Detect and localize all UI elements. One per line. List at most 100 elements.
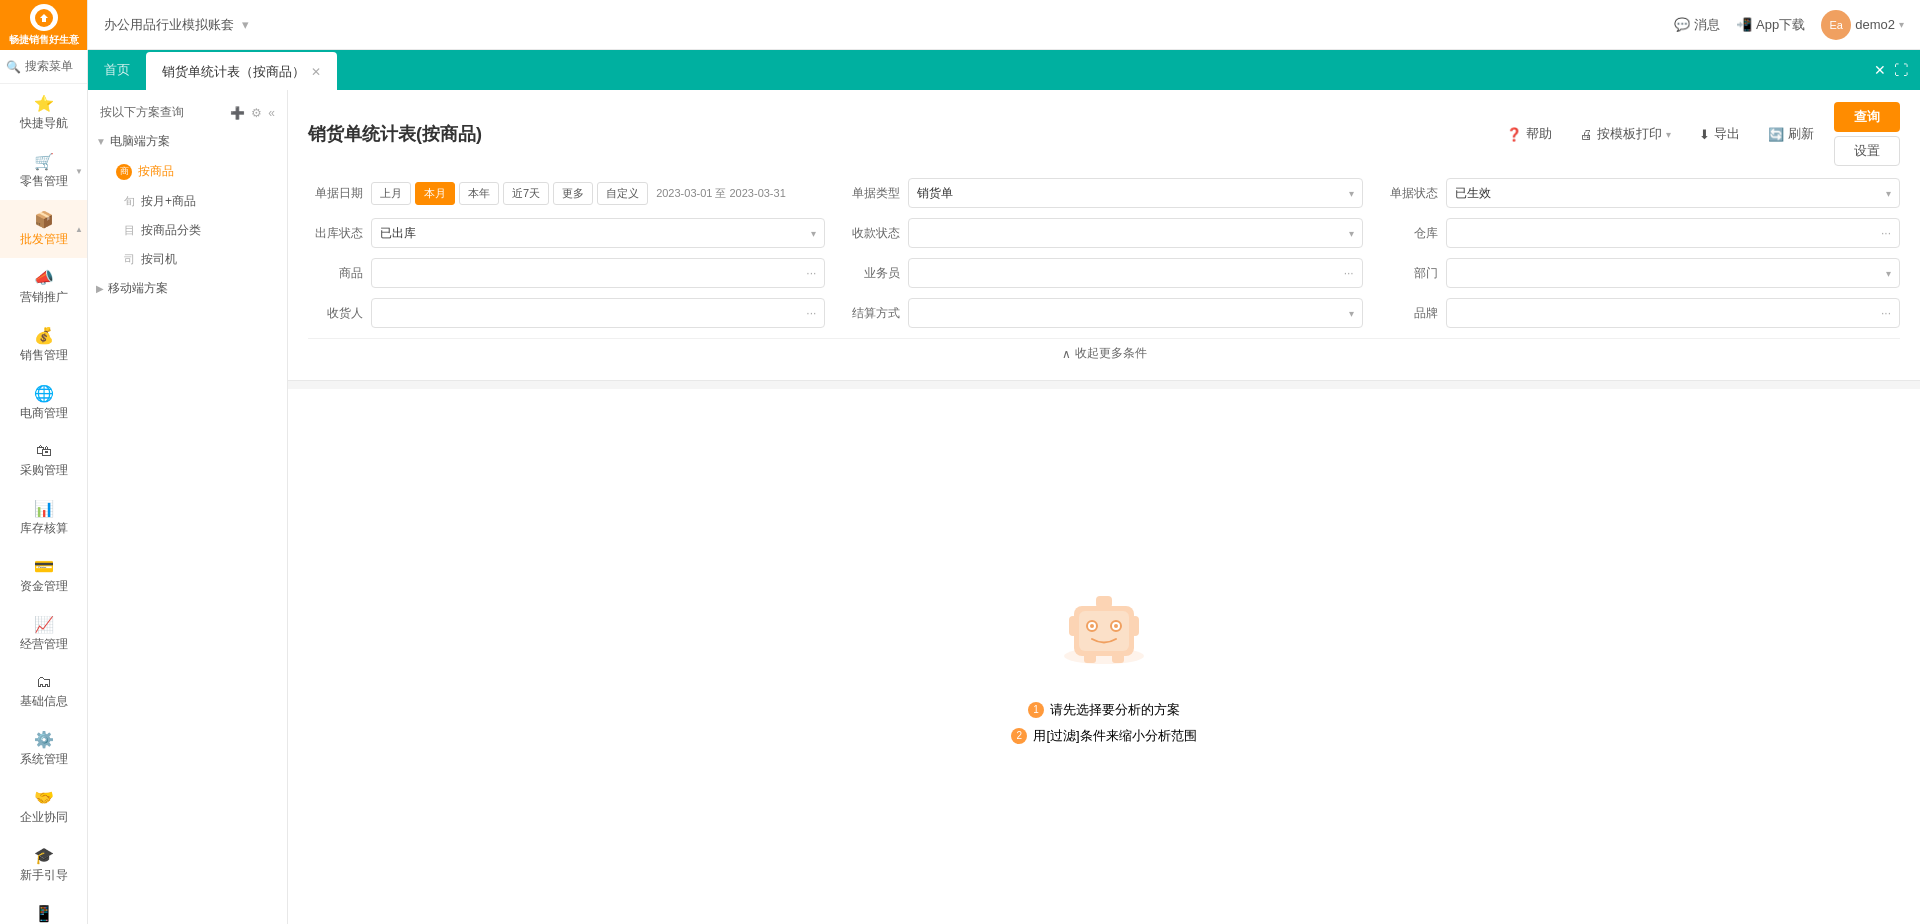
receiver-control[interactable]: ··· <box>371 298 825 328</box>
add-scheme-icon[interactable]: ➕ <box>230 106 245 120</box>
sales-icon: 💰 <box>34 326 54 345</box>
template-print-btn[interactable]: 🖨 按模板打印 ▾ <box>1572 121 1679 147</box>
search-icon: 🔍 <box>6 60 21 74</box>
out-control[interactable]: 已出库 ▾ <box>371 218 825 248</box>
receipt-label: 收款状态 <box>845 225 900 242</box>
type-control[interactable]: 销货单 ▾ <box>908 178 1362 208</box>
tab-home[interactable]: 首页 <box>88 50 146 90</box>
scheme-item-by-goods[interactable]: 商 按商品 <box>88 156 287 187</box>
settings-scheme-icon[interactable]: ⚙ <box>251 106 262 120</box>
scheme-item-icon: 商 <box>116 164 132 180</box>
content-area: 按以下方案查询 ➕ ⚙ « ▼ 电脑端方案 商 按商品 <box>88 90 1920 924</box>
period-custom[interactable]: 自定义 <box>597 182 648 205</box>
system-label: 系统管理 <box>20 751 68 768</box>
tab-maximize-icon[interactable]: ⛶ <box>1894 62 1908 78</box>
sidebar-item-retail[interactable]: 🛒 零售管理 <box>0 142 87 200</box>
dept-control[interactable]: ▾ <box>1446 258 1900 288</box>
operations-label: 经营管理 <box>20 636 68 653</box>
user-info[interactable]: Ea demo2 ▾ <box>1821 10 1904 40</box>
appcenter-icon: 📱 <box>34 904 54 923</box>
sidebar-item-finance[interactable]: 💳 资金管理 <box>0 547 87 605</box>
set-button[interactable]: 设置 <box>1834 136 1900 166</box>
scheme-group-mobile-title[interactable]: ▶ 移动端方案 <box>88 274 287 303</box>
page-title-row: 销货单统计表(按商品) ❓ 帮助 🖨 按模板打印 ▾ ⬇ <box>308 102 1900 166</box>
export-btn[interactable]: ⬇ 导出 <box>1691 121 1748 147</box>
sidebar-item-wholesale[interactable]: 📦 批发管理 <box>0 200 87 258</box>
empty-step-1: 1 请先选择要分析的方案 <box>1028 701 1180 719</box>
message-btn[interactable]: 💬 消息 <box>1674 16 1720 34</box>
empty-step-2: 2 用[过滤]条件来缩小分析范围 <box>1011 727 1196 745</box>
breadcrumb-dropdown-icon[interactable]: ▾ <box>242 17 249 32</box>
svg-rect-9 <box>1069 616 1077 636</box>
sidebar-item-system[interactable]: ⚙️ 系统管理 <box>0 720 87 778</box>
collapse-panel-icon[interactable]: « <box>268 106 275 120</box>
filter-row-2: 出库状态 已出库 ▾ 收款状态 ▾ <box>308 218 1900 248</box>
sidebar-item-corp[interactable]: 🤝 企业协同 <box>0 778 87 836</box>
filter-item-date: 单据日期 上月 本月 本年 近7天 更多 自定义 2023-03-01 至 20… <box>308 182 825 205</box>
sidebar-item-newbie[interactable]: 🎓 新手引导 <box>0 836 87 894</box>
scheme-item-by-dept[interactable]: 司 按司机 <box>88 245 287 274</box>
sidebar-item-ecommerce[interactable]: 🌐 电商管理 <box>0 374 87 432</box>
staff-control[interactable]: ··· <box>908 258 1362 288</box>
sidebar-item-basic[interactable]: 🗂 基础信息 <box>0 663 87 720</box>
tab-close-icon[interactable]: ✕ <box>311 65 321 79</box>
svg-rect-12 <box>1112 653 1124 663</box>
collapse-label: 收起更多条件 <box>1075 345 1147 362</box>
payment-label: 结算方式 <box>845 305 900 322</box>
payment-control[interactable]: ▾ <box>908 298 1362 328</box>
status-control[interactable]: 已生效 ▾ <box>1446 178 1900 208</box>
retail-icon: 🛒 <box>34 152 54 171</box>
tab-close-all-icon[interactable]: ✕ <box>1874 62 1886 78</box>
app-download-btn[interactable]: 📲 App下载 <box>1736 16 1805 34</box>
brand-label: 品牌 <box>1383 305 1438 322</box>
scheme-group-pc-title[interactable]: ▼ 电脑端方案 <box>88 127 287 156</box>
sales-label: 销售管理 <box>20 347 68 364</box>
sidebar-item-appcenter[interactable]: 📱 应用中心 <box>0 894 87 924</box>
period-more[interactable]: 更多 <box>553 182 593 205</box>
dept-dropdown-icon: ▾ <box>1886 268 1891 279</box>
period-7days[interactable]: 近7天 <box>503 182 549 205</box>
operations-icon: 📈 <box>34 615 54 634</box>
user-dropdown-icon: ▾ <box>1899 19 1904 30</box>
period-this-year[interactable]: 本年 <box>459 182 499 205</box>
scheme-group-mobile-label: 移动端方案 <box>108 280 168 297</box>
wholesale-icon: 📦 <box>34 210 54 229</box>
sidebar-item-operations[interactable]: 📈 经营管理 <box>0 605 87 663</box>
sidebar-item-purchase[interactable]: 🛍 采购管理 <box>0 432 87 489</box>
scheme-item-by-month-goods-label: 按月+商品 <box>141 193 196 210</box>
warehouse-control[interactable]: ··· <box>1446 218 1900 248</box>
sidebar-item-quicknav[interactable]: ⭐ 快捷导航 <box>0 84 87 142</box>
period-this-month[interactable]: 本月 <box>415 182 455 205</box>
receipt-control[interactable]: ▾ <box>908 218 1362 248</box>
scheme-group-mobile-expand-icon: ▶ <box>96 283 104 294</box>
tab-sales-stat[interactable]: 销货单统计表（按商品） ✕ <box>146 52 337 92</box>
sidebar-item-sales[interactable]: 💰 销售管理 <box>0 316 87 374</box>
date-label: 单据日期 <box>308 185 363 202</box>
filter-item-out: 出库状态 已出库 ▾ <box>308 218 825 248</box>
period-last-month[interactable]: 上月 <box>371 182 411 205</box>
page-title: 销货单统计表(按商品) <box>308 122 482 146</box>
sidebar-item-inventory[interactable]: 📊 库存核算 <box>0 489 87 547</box>
newbie-icon: 🎓 <box>34 846 54 865</box>
query-button[interactable]: 查询 <box>1834 102 1900 132</box>
dept-label: 部门 <box>1383 265 1438 282</box>
header-right: 💬 消息 📲 App下载 Ea demo2 ▾ <box>1674 10 1904 40</box>
help-btn[interactable]: ❓ 帮助 <box>1498 121 1560 147</box>
date-period-btns: 上月 本月 本年 近7天 更多 自定义 2023-03-01 至 2023-03… <box>371 182 825 205</box>
purchase-icon: 🛍 <box>36 442 52 460</box>
receipt-dropdown-icon: ▾ <box>1349 228 1354 239</box>
sidebar-item-marketing[interactable]: 📣 营销推广 <box>0 258 87 316</box>
refresh-btn[interactable]: 🔄 刷新 <box>1760 121 1822 147</box>
brand-control[interactable]: ··· <box>1446 298 1900 328</box>
collapse-filter-btn[interactable]: ∧ 收起更多条件 <box>308 338 1900 368</box>
scheme-group-pc-label: 电脑端方案 <box>110 133 170 150</box>
scheme-item-by-category[interactable]: 目 按商品分类 <box>88 216 287 245</box>
search-menu[interactable]: 🔍 搜索菜单 <box>0 50 87 84</box>
inventory-icon: 📊 <box>34 499 54 518</box>
scheme-item-by-month-goods[interactable]: 旬 按月+商品 <box>88 187 287 216</box>
corp-label: 企业协同 <box>20 809 68 826</box>
app-download-icon: 📲 <box>1736 17 1752 32</box>
right-content: 销货单统计表(按商品) ❓ 帮助 🖨 按模板打印 ▾ ⬇ <box>288 90 1920 924</box>
avatar: Ea <box>1821 10 1851 40</box>
goods-control[interactable]: ··· <box>371 258 825 288</box>
